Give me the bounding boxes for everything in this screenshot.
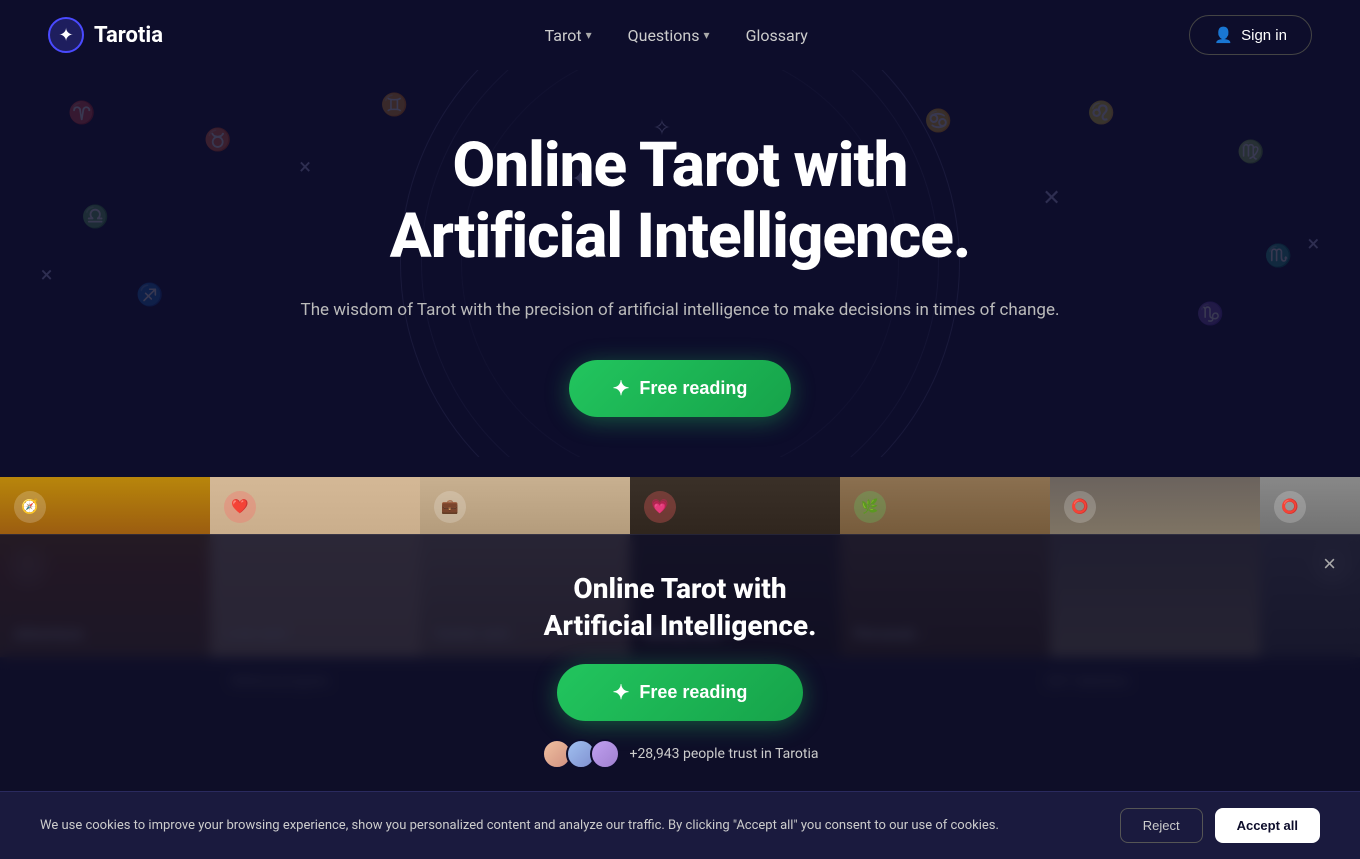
hero-section: ♈ ♉ ♊ ♋ ♌ ♍ ♎ ♏ ♐ ♑ × ✕ × ✦ ✧ × Online T…: [0, 70, 1360, 457]
popup-free-reading-button[interactable]: ✦ Free reading: [557, 664, 804, 721]
sparkle-icon: ✦: [613, 376, 630, 401]
cookie-accept-button[interactable]: Accept all: [1215, 808, 1320, 843]
popup-title-line2: Artificial Intelligence.: [544, 609, 817, 642]
nav-glossary-label: Glossary: [746, 26, 808, 45]
cookie-reject-button[interactable]: Reject: [1120, 808, 1203, 843]
navbar: ✦ Tarotia Tarot ▾ Questions ▾ Glossary 👤…: [0, 0, 1360, 70]
nav-questions-label: Questions: [628, 26, 700, 45]
sign-in-button[interactable]: 👤 Sign in: [1189, 15, 1312, 55]
hero-title-line2: Artificial Intelligence.: [390, 200, 970, 273]
hero-content: Online Tarot with Artificial Intelligenc…: [20, 130, 1340, 417]
logo-star-icon: ✦: [58, 25, 73, 46]
logo-text: Tarotia: [94, 23, 163, 48]
avatar-group: [542, 739, 620, 769]
hero-cta-label: Free reading: [639, 378, 747, 399]
hero-title-line1: Online Tarot with: [452, 129, 907, 202]
cookie-buttons: Reject Accept all: [1120, 808, 1320, 843]
logo[interactable]: ✦ Tarotia: [48, 17, 163, 53]
user-icon: 👤: [1214, 26, 1233, 44]
nav-item-tarot[interactable]: Tarot ▾: [545, 26, 592, 45]
card-category-icon: 💗: [644, 491, 676, 523]
hero-title: Online Tarot with Artificial Intelligenc…: [20, 130, 1340, 273]
sparkle-icon: ✦: [613, 680, 630, 705]
popup-title-line1: Online Tarot with: [573, 572, 786, 605]
card-category-icon: 🧭: [14, 491, 46, 523]
nav-item-questions[interactable]: Questions ▾: [628, 26, 710, 45]
popup-cta-label: Free reading: [639, 682, 747, 703]
cookie-text: We use cookies to improve your browsing …: [40, 816, 1096, 836]
popup-close-button[interactable]: ×: [1323, 551, 1336, 577]
popup-title: Online Tarot with Artificial Intelligenc…: [544, 571, 817, 644]
avatar: [590, 739, 620, 769]
nav-tarot-label: Tarot: [545, 26, 582, 45]
cookie-banner: We use cookies to improve your browsing …: [0, 791, 1360, 859]
chevron-down-icon: ▾: [704, 28, 710, 42]
nav-item-glossary[interactable]: Glossary: [746, 26, 808, 45]
card-category-icon: 💼: [434, 491, 466, 523]
card-category-icon: 🌿: [854, 491, 886, 523]
hero-free-reading-button[interactable]: ✦ Free reading: [569, 360, 792, 417]
card-category-icon: ⭕: [1064, 491, 1096, 523]
trust-text: +28,943 people trust in Tarotia: [630, 746, 819, 762]
hero-subtitle: The wisdom of Tarot with the precision o…: [20, 297, 1340, 324]
nav-center: Tarot ▾ Questions ▾ Glossary: [545, 26, 808, 45]
card-category-icon: ❤️: [224, 491, 256, 523]
trust-row: +28,943 people trust in Tarotia: [542, 739, 819, 769]
chevron-down-icon: ▾: [586, 28, 592, 42]
logo-icon: ✦: [48, 17, 84, 53]
card-category-icon: ⭕: [1274, 491, 1306, 523]
sign-in-label: Sign in: [1241, 27, 1287, 44]
